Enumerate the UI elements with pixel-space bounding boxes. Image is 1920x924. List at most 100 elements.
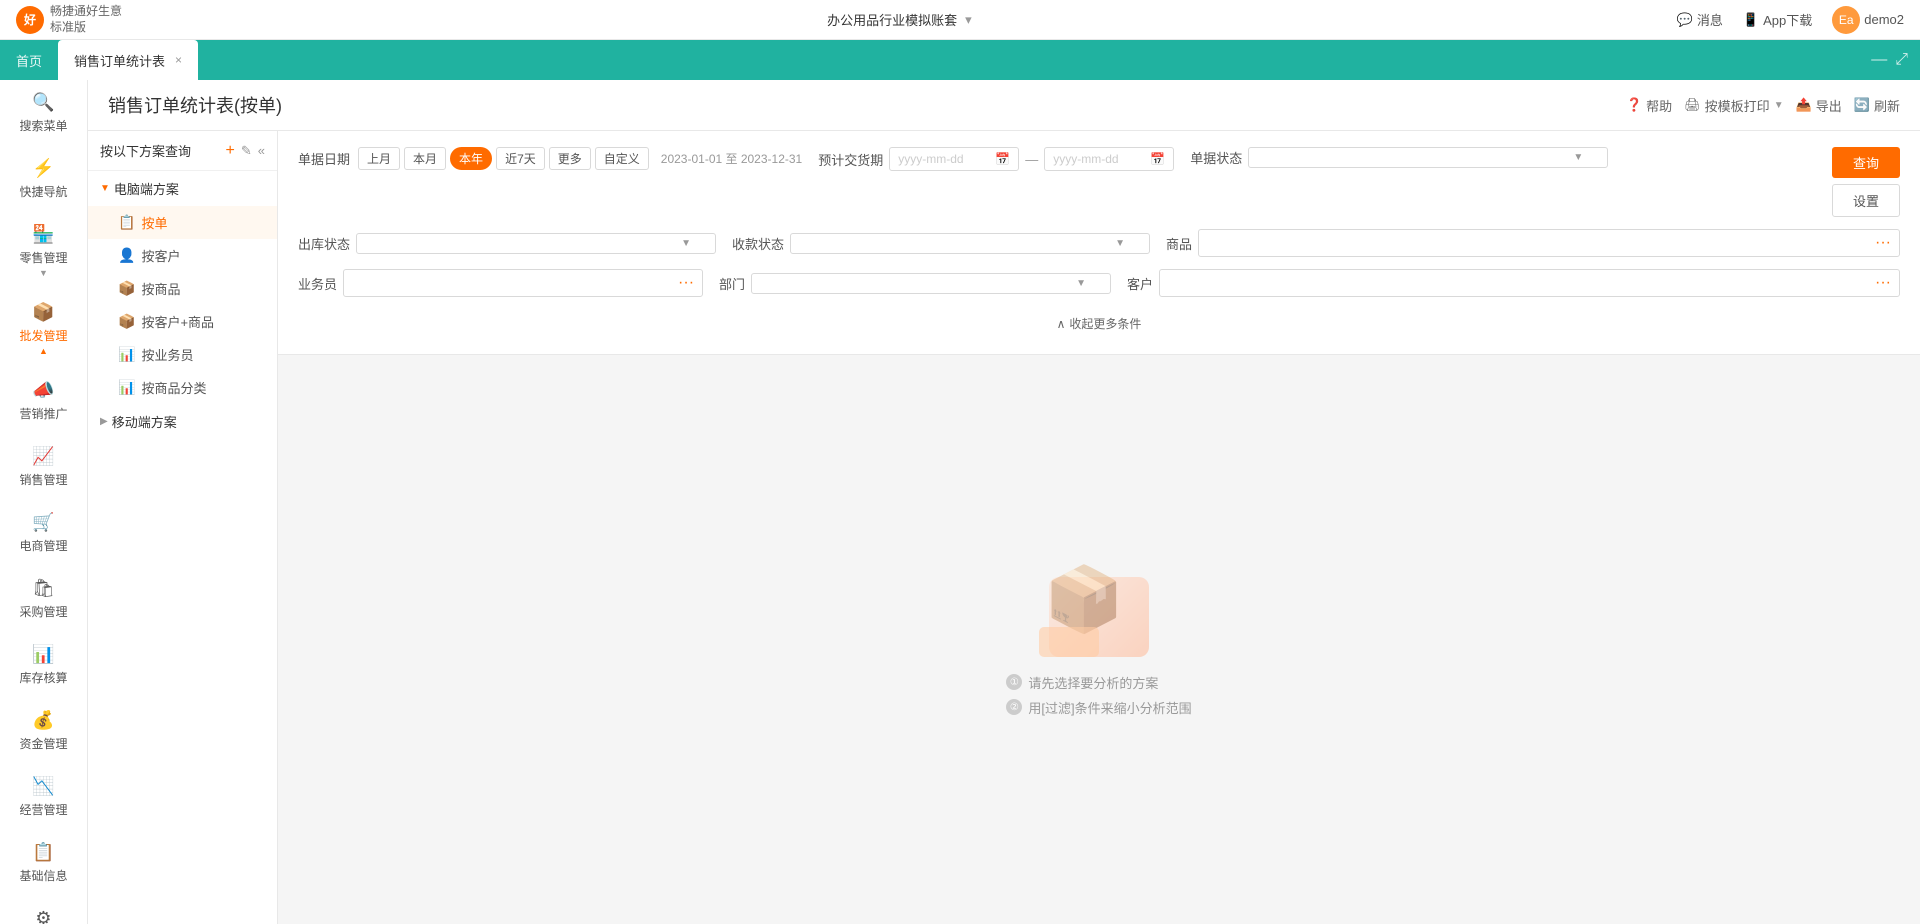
workspace-selector[interactable]: 办公用品行业模拟账套 ▾ [827, 10, 972, 29]
basic-info-icon: 📋 [32, 842, 54, 863]
scheme-item-by-customer[interactable]: 👤 按客户 [88, 239, 277, 272]
sidebar-item-quicknav[interactable]: ⚡ 快捷导航 [0, 146, 87, 212]
receipt-status-arrow: ▼ [1115, 238, 1125, 249]
add-scheme-button[interactable]: + [226, 142, 235, 160]
date-btn-this-year[interactable]: 本年 [450, 147, 492, 170]
customer-more-icon[interactable]: ··· [1875, 274, 1891, 292]
tip-num-1: ① [1006, 674, 1022, 690]
tab-minimize-button[interactable]: — [1871, 51, 1887, 69]
salesman-label: 业务员 [298, 274, 337, 293]
inventory-icon: 📊 [32, 644, 54, 665]
date-btn-custom[interactable]: 自定义 [595, 147, 649, 170]
logo-area: 好 畅捷通好生意 标准版 [16, 4, 122, 35]
top-bar-left: 好 畅捷通好生意 标准版 [16, 4, 122, 35]
sidebar-item-basic-info[interactable]: 📋 基础信息 [0, 830, 87, 896]
content-wrapper: 按以下方案查询 + ✎ « ▼ 电脑端方案 📋 按单 [88, 131, 1920, 924]
filter-row-1: 单据日期 上月 本月 本年 近7天 更多 自定义 2023-01-01 至 20… [298, 147, 1900, 217]
department-select[interactable]: ▼ [751, 273, 1111, 294]
scheme-item-by-order[interactable]: 📋 按单 [88, 206, 277, 239]
tab-close-icon[interactable]: × [175, 53, 182, 67]
date-btn-this-month[interactable]: 本月 [404, 147, 446, 170]
sidebar-item-sales[interactable]: 📈 销售管理 [0, 434, 87, 500]
sales-icon: 📈 [32, 446, 54, 467]
empty-tip-1: ① 请先选择要分析的方案 [1006, 673, 1191, 692]
sidebar-item-finance[interactable]: 💰 资金管理 [0, 698, 87, 764]
print-button[interactable]: 🖨 按模板打印 ▼ [1684, 96, 1783, 115]
retail-arrow: ▼ [39, 268, 48, 278]
empty-char: 📦 [1044, 562, 1124, 637]
date-btn-more[interactable]: 更多 [549, 147, 591, 170]
chevron-down-icon: ▼ [100, 183, 110, 194]
calendar-start-icon: 📅 [995, 152, 1010, 166]
empty-tips: ① 请先选择要分析的方案 ② 用[过滤]条件来缩小分析范围 [1006, 673, 1191, 723]
sidebar-item-inventory[interactable]: 📊 库存核算 [0, 632, 87, 698]
salesman-more-icon[interactable]: ··· [678, 274, 694, 292]
logo-text: 畅捷通好生意 标准版 [50, 4, 122, 35]
out-status-label: 出库状态 [298, 234, 350, 253]
scheme-item-by-customer-goods[interactable]: 📦 按客户+商品 [88, 305, 277, 338]
predicted-date-end-input[interactable]: yyyy-mm-dd 📅 [1044, 147, 1174, 171]
salesman-input[interactable]: ··· [343, 269, 703, 297]
app-download-button[interactable]: 📱 App下载 [1743, 10, 1812, 29]
edit-scheme-button[interactable]: ✎ [241, 143, 252, 159]
top-bar: 好 畅捷通好生意 标准版 办公用品行业模拟账套 ▾ 💬 消息 📱 App下载 E… [0, 0, 1920, 40]
date-btn-last-7days[interactable]: 近7天 [496, 147, 545, 170]
goods-input[interactable]: ··· [1198, 229, 1900, 257]
receipt-status-select[interactable]: ▼ [790, 233, 1150, 254]
help-button[interactable]: ❓ 帮助 [1626, 96, 1672, 115]
scheme-item-by-goods-category[interactable]: 📊 按商品分类 [88, 371, 277, 404]
predicted-date-start-input[interactable]: yyyy-mm-dd 📅 [889, 147, 1019, 171]
workspace-name: 办公用品行业模拟账套 [827, 10, 957, 29]
receipt-status-wrapper: 收款状态 ▼ [732, 233, 1150, 254]
sidebar-item-marketing[interactable]: 📣 营销推广 [0, 368, 87, 434]
tab-sales-order-stat[interactable]: 销售订单统计表 × [58, 40, 198, 80]
receipt-status-label: 收款状态 [732, 234, 784, 253]
tab-expand-button[interactable]: ⤢ [1895, 51, 1908, 69]
department-wrapper: 部门 ▼ [719, 273, 1111, 294]
empty-tip-2: ② 用[过滤]条件来缩小分析范围 [1006, 698, 1191, 717]
page-actions: ❓ 帮助 🖨 按模板打印 ▼ 📤 导出 🔄 刷新 [1626, 96, 1900, 115]
date-btn-last-month[interactable]: 上月 [358, 147, 400, 170]
sidebar-item-ecommerce[interactable]: 🛒 电商管理 [0, 500, 87, 566]
sidebar-item-wholesale[interactable]: 📦 批发管理 ▲ [0, 290, 87, 368]
logo-icon: 好 [16, 6, 44, 34]
refresh-button[interactable]: 🔄 刷新 [1854, 96, 1900, 115]
workspace-dropdown-icon[interactable]: ▾ [965, 12, 972, 28]
status-select[interactable]: ▼ [1248, 147, 1608, 168]
query-button[interactable]: 查询 [1832, 147, 1900, 178]
sidebar-item-retail[interactable]: 🏪 零售管理 ▼ [0, 212, 87, 290]
collapse-scheme-button[interactable]: « [258, 143, 265, 158]
export-button[interactable]: 📤 导出 [1796, 96, 1842, 115]
scheme-item-by-goods[interactable]: 📦 按商品 [88, 272, 277, 305]
scheme-header: 按以下方案查询 + ✎ « [88, 131, 277, 171]
chevron-up-icon: ∧ [1057, 317, 1066, 331]
customer-input[interactable]: ··· [1159, 269, 1900, 297]
message-icon: 💬 [1677, 12, 1693, 28]
reset-button[interactable]: 设置 [1832, 184, 1900, 217]
filter-panel: 单据日期 上月 本月 本年 近7天 更多 自定义 2023-01-01 至 20… [278, 131, 1920, 355]
out-status-arrow: ▼ [681, 238, 691, 249]
sidebar-item-search[interactable]: 🔍 搜索菜单 [0, 80, 87, 146]
scheme-goods-category-icon: 📊 [118, 379, 135, 396]
mobile-group-title[interactable]: ▶ 移动端方案 [88, 404, 277, 439]
date-filter-wrapper: 单据日期 上月 本月 本年 近7天 更多 自定义 2023-01-01 至 20… [298, 147, 802, 170]
out-status-select[interactable]: ▼ [356, 233, 716, 254]
date-filter-label: 单据日期 [298, 149, 350, 168]
ecommerce-icon: 🛒 [32, 512, 54, 533]
sidebar-item-operations[interactable]: 📉 经营管理 [0, 764, 87, 830]
sidebar-item-purchase[interactable]: 🛍 采购管理 [0, 566, 87, 632]
goods-more-icon[interactable]: ··· [1875, 234, 1891, 252]
retail-icon: 🏪 [32, 224, 54, 245]
user-profile[interactable]: Ea demo2 [1832, 6, 1904, 34]
pc-group-title[interactable]: ▼ 电脑端方案 [88, 171, 277, 206]
wholesale-arrow: ▲ [39, 346, 48, 356]
collapse-bar[interactable]: ∧ 收起更多条件 [298, 309, 1900, 338]
calendar-end-icon: 📅 [1150, 152, 1165, 166]
sidebar-item-system[interactable]: ⚙ 系统管理 [0, 896, 87, 924]
wholesale-icon: 📦 [32, 302, 54, 323]
tab-home[interactable]: 首页 [0, 40, 58, 80]
system-icon: ⚙ [35, 908, 51, 924]
scheme-item-by-salesman[interactable]: 📊 按业务员 [88, 338, 277, 371]
mobile-scheme-group-label: 移动端方案 [112, 412, 177, 431]
message-button[interactable]: 💬 消息 [1677, 10, 1723, 29]
